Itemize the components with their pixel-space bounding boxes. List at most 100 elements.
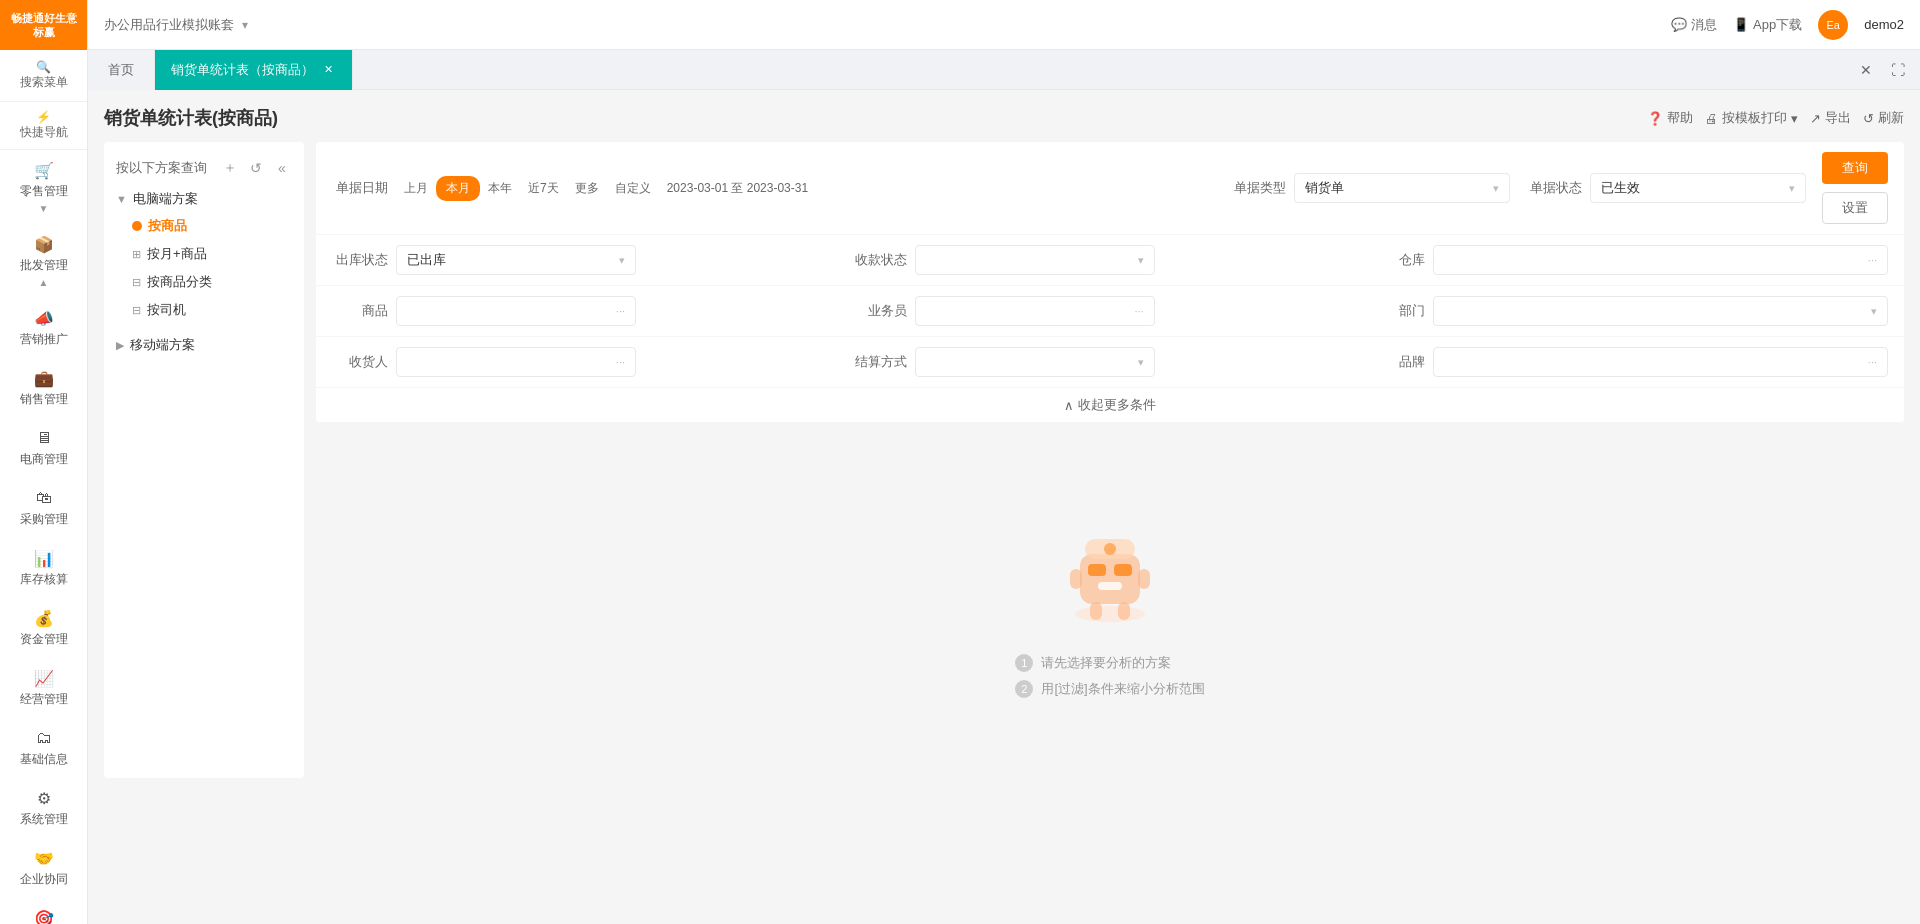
sidebar-item-marketing[interactable]: 📣 营销推广 xyxy=(0,298,87,358)
logo-text: 畅捷通好生意 xyxy=(11,11,77,25)
tab-home[interactable]: 首页 xyxy=(88,50,155,90)
help-button[interactable]: ❓ 帮助 xyxy=(1647,109,1693,127)
date-this-month[interactable]: 本月 xyxy=(436,176,480,201)
recipient-input[interactable]: ··· xyxy=(396,347,636,377)
sidebar-item-system[interactable]: ⚙ 系统管理 xyxy=(0,778,87,838)
sidebar-item-sales[interactable]: 💼 销售管理 xyxy=(0,358,87,418)
sidebar-item-retail[interactable]: 🛒 零售管理 ▼ xyxy=(0,150,87,224)
export-button[interactable]: ↗ 导出 xyxy=(1810,109,1851,127)
app-download-button[interactable]: 📱 App下载 xyxy=(1733,16,1802,34)
purchase-label: 采购管理 xyxy=(20,511,68,528)
tab-close-button[interactable]: ✕ xyxy=(1852,56,1880,84)
breadcrumb-dropdown-icon[interactable]: ▾ xyxy=(242,18,248,32)
outstatus-input[interactable]: 已出库 ▾ xyxy=(396,245,636,275)
filter-recipient-cell: 收货人 ··· xyxy=(332,347,851,377)
warehouse-input[interactable]: ··· xyxy=(1433,245,1888,275)
sidebar-item-enterprise[interactable]: 🤝 企业协同 xyxy=(0,838,87,898)
search-menu[interactable]: 🔍 搜索菜单 xyxy=(0,50,87,102)
tree-desktop-scheme[interactable]: ▼ 电脑端方案 xyxy=(104,186,304,212)
print-button[interactable]: 🖨 按模板打印 ▾ xyxy=(1705,109,1798,127)
date-custom[interactable]: 自定义 xyxy=(607,176,659,201)
header-right: 💬 消息 📱 App下载 Ea demo2 xyxy=(1671,10,1904,40)
collapse-panel-button[interactable]: « xyxy=(272,158,292,178)
settlement-input[interactable]: ▾ xyxy=(915,347,1155,377)
salesperson-label: 业务员 xyxy=(851,302,915,320)
doctype-input[interactable]: 销货单 ▾ xyxy=(1294,173,1510,203)
refresh-button[interactable]: ↺ 刷新 xyxy=(1863,109,1904,127)
filter-brand-cell: 品牌 ··· xyxy=(1369,347,1888,377)
system-label: 系统管理 xyxy=(20,811,68,828)
print-dropdown-icon[interactable]: ▾ xyxy=(1791,111,1798,126)
page-actions: ❓ 帮助 🖨 按模板打印 ▾ ↗ 导出 ↺ 刷新 xyxy=(1647,109,1904,127)
by-printer-label: 按司机 xyxy=(147,301,186,319)
tree-by-month-product[interactable]: ⊞ 按月+商品 xyxy=(120,240,304,268)
tab-close-icon[interactable]: ✕ xyxy=(320,62,336,78)
query-button[interactable]: 查询 xyxy=(1822,152,1888,184)
payment-dropdown-icon: ▾ xyxy=(1138,254,1144,267)
sidebar-item-finance[interactable]: 💰 资金管理 xyxy=(0,598,87,658)
docstatus-input[interactable]: 已生效 ▾ xyxy=(1590,173,1806,203)
doctype-label: 单据类型 xyxy=(1230,179,1294,197)
department-input[interactable]: ▾ xyxy=(1433,296,1888,326)
svg-rect-1 xyxy=(1080,554,1140,604)
tab-sales-stats[interactable]: 销货单统计表（按商品） ✕ xyxy=(155,50,353,90)
category-icon: ⊟ xyxy=(132,276,141,289)
inventory-label: 库存核算 xyxy=(20,571,68,588)
tree-by-category[interactable]: ⊟ 按商品分类 xyxy=(120,268,304,296)
sidebar-item-wholesale[interactable]: 📦 批发管理 ▲ xyxy=(0,224,87,298)
payment-input[interactable]: ▾ xyxy=(915,245,1155,275)
collapse-label: 收起更多条件 xyxy=(1078,396,1156,414)
quick-nav[interactable]: ⚡ 快捷导航 xyxy=(0,102,87,150)
ecommerce-label: 电商管理 xyxy=(20,451,68,468)
date-7-days[interactable]: 近7天 xyxy=(520,176,567,201)
user-initials: Ea xyxy=(1827,19,1840,31)
brand-label: 品牌 xyxy=(1369,353,1433,371)
filter-panel: 单据日期 上月 本月 本年 近7天 更多 自定义 2023-03-01 至 20… xyxy=(316,142,1904,422)
add-scheme-button[interactable]: ＋ xyxy=(220,158,240,178)
print-label: 按模板打印 xyxy=(1722,109,1787,127)
right-content: 单据日期 上月 本月 本年 近7天 更多 自定义 2023-03-01 至 20… xyxy=(316,142,1904,778)
tab-controls: ✕ ⛶ xyxy=(1852,56,1920,84)
department-label: 部门 xyxy=(1369,302,1433,320)
message-button[interactable]: 💬 消息 xyxy=(1671,16,1717,34)
tree-mobile-scheme[interactable]: ▶ 移动端方案 xyxy=(104,332,304,358)
tip-text-1: 请先选择要分析的方案 xyxy=(1041,654,1171,672)
tree-by-product[interactable]: 按商品 xyxy=(120,212,304,240)
sidebar: 畅捷通好生意 标赢 🔍 搜索菜单 ⚡ 快捷导航 🛒 零售管理 ▼ 📦 批发管理 … xyxy=(0,0,88,924)
app-logo: 畅捷通好生意 标赢 xyxy=(0,0,87,50)
empty-tip-2: 2 用[过滤]条件来缩小分析范围 xyxy=(1015,680,1204,698)
by-product-label: 按商品 xyxy=(148,217,187,235)
sidebar-item-ecommerce[interactable]: 🖥 电商管理 xyxy=(0,418,87,478)
export-label: 导出 xyxy=(1825,109,1851,127)
recipient-ellipsis-icon: ··· xyxy=(616,356,625,368)
date-more[interactable]: 更多 xyxy=(567,176,607,201)
salesperson-input[interactable]: ··· xyxy=(915,296,1155,326)
settings-button[interactable]: 设置 xyxy=(1822,192,1888,224)
docstatus-dropdown-icon: ▾ xyxy=(1789,182,1795,195)
sidebar-item-basic[interactable]: 🗂 基础信息 xyxy=(0,718,87,778)
sidebar-item-purchase[interactable]: 🛍 采购管理 xyxy=(0,478,87,538)
date-last-month[interactable]: 上月 xyxy=(396,176,436,201)
nav-icon: ⚡ xyxy=(8,110,79,124)
date-this-year[interactable]: 本年 xyxy=(480,176,520,201)
basic-label: 基础信息 xyxy=(20,751,68,768)
month-product-icon: ⊞ xyxy=(132,248,141,261)
printer-icon: ⊟ xyxy=(132,304,141,317)
sidebar-item-operations[interactable]: 📈 经营管理 xyxy=(0,658,87,718)
refresh-scheme-button[interactable]: ↺ xyxy=(246,158,266,178)
action-buttons: 查询 设置 xyxy=(1822,152,1888,224)
docstatus-label: 单据状态 xyxy=(1526,179,1590,197)
tab-expand-button[interactable]: ⛶ xyxy=(1884,56,1912,84)
brand-input[interactable]: ··· xyxy=(1433,347,1888,377)
page-title: 销货单统计表(按商品) xyxy=(104,106,278,130)
retail-label: 零售管理 xyxy=(20,183,68,200)
sidebar-item-guide[interactable]: 🎯 新手引导 xyxy=(0,898,87,924)
salesperson-ellipsis-icon: ··· xyxy=(1135,305,1144,317)
wholesale-icon: 📦 xyxy=(34,234,54,254)
header-left: 办公用品行业模拟账套 ▾ xyxy=(104,16,248,34)
product-input[interactable]: ··· xyxy=(396,296,636,326)
sidebar-item-inventory[interactable]: 📊 库存核算 xyxy=(0,538,87,598)
avatar[interactable]: Ea xyxy=(1818,10,1848,40)
collapse-button[interactable]: ∧ 收起更多条件 xyxy=(316,388,1904,422)
tree-by-printer[interactable]: ⊟ 按司机 xyxy=(120,296,304,324)
